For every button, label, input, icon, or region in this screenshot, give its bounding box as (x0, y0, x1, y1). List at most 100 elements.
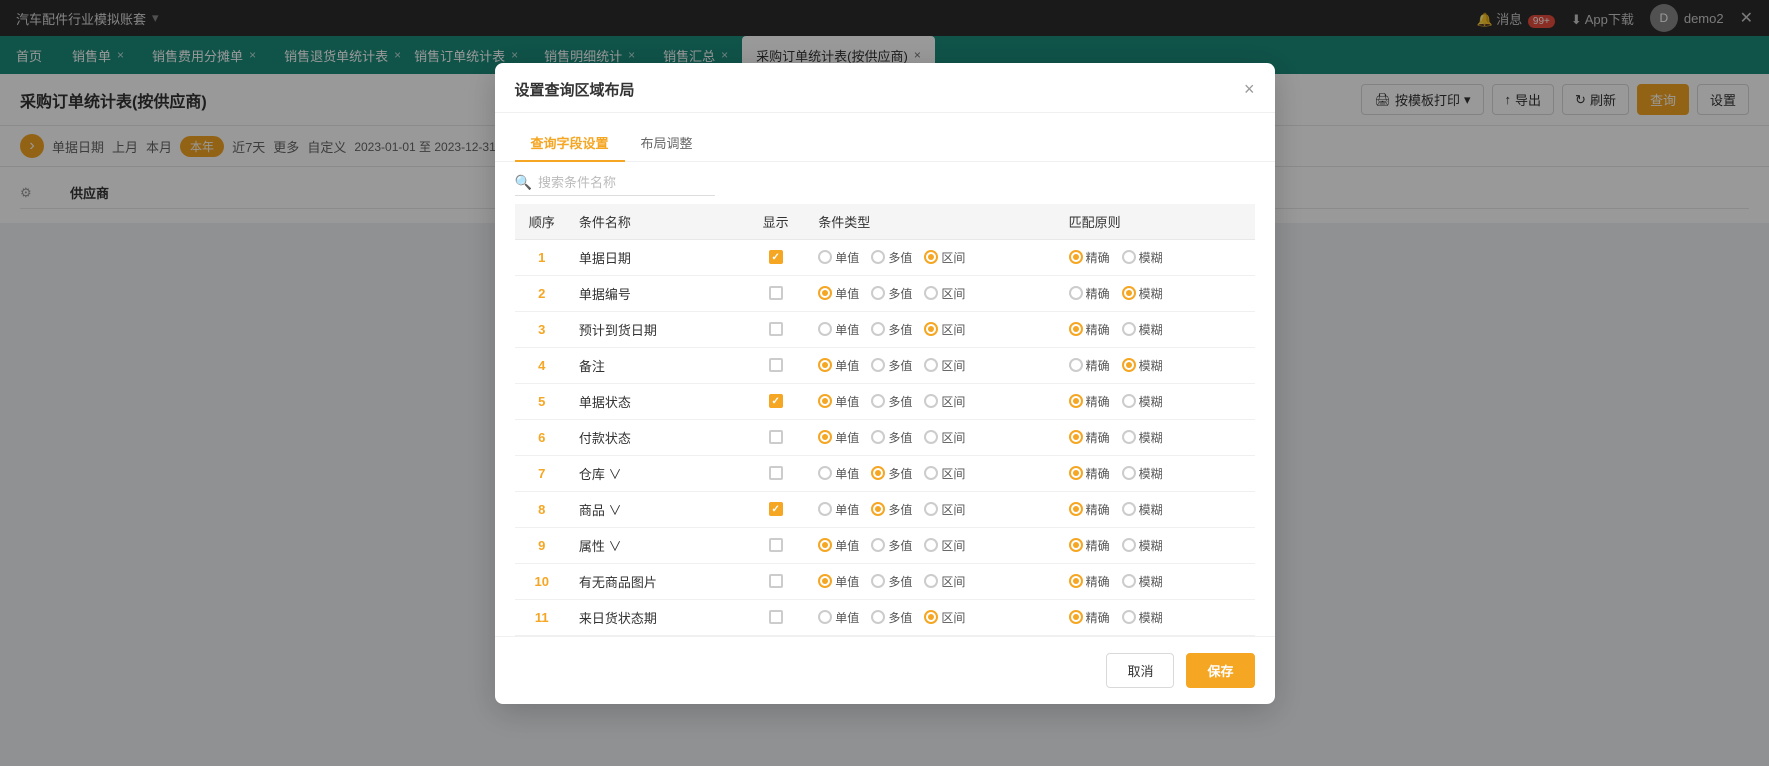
match-radio-0[interactable]: 精确 (1069, 465, 1110, 482)
type-radio-1[interactable]: 多值 (871, 321, 912, 338)
match-radio-0[interactable]: 精确 (1069, 357, 1110, 374)
type-radio-0[interactable]: 单值 (818, 249, 859, 266)
settings-dialog: 设置查询区域布局 × 查询字段设置 布局调整 🔍 顺序 (495, 63, 1275, 704)
type-radio-2[interactable]: 区间 (924, 501, 965, 518)
show-checkbox[interactable] (769, 610, 783, 624)
type-radio-0[interactable]: 单值 (818, 501, 859, 518)
type-radio-1[interactable]: 多值 (871, 537, 912, 554)
type-radio-2[interactable]: 区间 (924, 393, 965, 410)
show-checkbox[interactable] (769, 358, 783, 372)
cell-show[interactable] (743, 347, 808, 383)
match-radio-1[interactable]: 模糊 (1122, 429, 1163, 446)
cell-show[interactable] (743, 275, 808, 311)
table-row: 5单据状态单值多值区间精确模糊 (515, 383, 1255, 419)
search-input[interactable] (538, 175, 698, 190)
type-radio-0[interactable]: 单值 (818, 573, 859, 590)
show-checkbox[interactable] (769, 430, 783, 444)
show-checkbox[interactable] (769, 250, 783, 264)
cell-show[interactable] (743, 455, 808, 491)
type-radio-1[interactable]: 多值 (871, 285, 912, 302)
match-radio-0[interactable]: 精确 (1069, 609, 1110, 626)
match-radio-1[interactable]: 模糊 (1122, 321, 1163, 338)
type-radio-2[interactable]: 区间 (924, 249, 965, 266)
match-radio-1[interactable]: 模糊 (1122, 573, 1163, 590)
radio-label: 精确 (1086, 429, 1110, 446)
radio-label: 模糊 (1139, 249, 1163, 266)
match-radio-1[interactable]: 模糊 (1122, 537, 1163, 554)
match-radio-1[interactable]: 模糊 (1122, 393, 1163, 410)
type-radio-2[interactable]: 区间 (924, 609, 965, 626)
type-radio-1[interactable]: 多值 (871, 501, 912, 518)
match-radio-1[interactable]: 模糊 (1122, 357, 1163, 374)
type-radio-0[interactable]: 单值 (818, 321, 859, 338)
cell-match: 精确模糊 (1059, 455, 1255, 491)
type-radio-1[interactable]: 多值 (871, 249, 912, 266)
type-radio-0[interactable]: 单值 (818, 393, 859, 410)
order-number: 5 (538, 394, 545, 409)
type-radio-0[interactable]: 单值 (818, 285, 859, 302)
cell-show[interactable] (743, 599, 808, 635)
dialog-tab-query[interactable]: 查询字段设置 (515, 125, 625, 162)
type-radio-2[interactable]: 区间 (924, 357, 965, 374)
dialog-close-button[interactable]: × (1244, 79, 1255, 100)
match-radio-0[interactable]: 精确 (1069, 501, 1110, 518)
match-radio-0[interactable]: 精确 (1069, 429, 1110, 446)
match-radio-1[interactable]: 模糊 (1122, 501, 1163, 518)
radio-circle (924, 322, 938, 336)
type-radio-0[interactable]: 单值 (818, 357, 859, 374)
radio-circle (924, 538, 938, 552)
type-radio-1[interactable]: 多值 (871, 357, 912, 374)
type-radio-2[interactable]: 区间 (924, 537, 965, 554)
match-radio-1[interactable]: 模糊 (1122, 285, 1163, 302)
cancel-button[interactable]: 取消 (1106, 653, 1174, 688)
type-radio-2[interactable]: 区间 (924, 465, 965, 482)
cell-show[interactable] (743, 383, 808, 419)
type-radio-0[interactable]: 单值 (818, 609, 859, 626)
cell-show[interactable] (743, 527, 808, 563)
show-checkbox[interactable] (769, 466, 783, 480)
type-radio-2[interactable]: 区间 (924, 321, 965, 338)
type-radio-2[interactable]: 区间 (924, 285, 965, 302)
type-radio-1[interactable]: 多值 (871, 609, 912, 626)
match-radio-1[interactable]: 模糊 (1122, 465, 1163, 482)
type-radio-0[interactable]: 单值 (818, 537, 859, 554)
type-radio-0[interactable]: 单值 (818, 465, 859, 482)
match-radio-0[interactable]: 精确 (1069, 321, 1110, 338)
type-radio-2[interactable]: 区间 (924, 573, 965, 590)
radio-label: 多值 (888, 609, 912, 626)
match-radio-0[interactable]: 精确 (1069, 285, 1110, 302)
save-button[interactable]: 保存 (1186, 653, 1254, 688)
cell-match: 精确模糊 (1059, 599, 1255, 635)
cell-show[interactable] (743, 239, 808, 275)
type-radio-2[interactable]: 区间 (924, 429, 965, 446)
type-radio-1[interactable]: 多值 (871, 573, 912, 590)
show-checkbox[interactable] (769, 394, 783, 408)
order-number: 2 (538, 286, 545, 301)
show-checkbox[interactable] (769, 538, 783, 552)
radio-label: 精确 (1086, 393, 1110, 410)
type-radio-1[interactable]: 多值 (871, 429, 912, 446)
type-radio-1[interactable]: 多值 (871, 393, 912, 410)
radio-circle (1122, 322, 1136, 336)
th-show: 显示 (743, 204, 808, 240)
match-radio-0[interactable]: 精确 (1069, 573, 1110, 590)
show-checkbox[interactable] (769, 502, 783, 516)
type-radio-1[interactable]: 多值 (871, 465, 912, 482)
cell-show[interactable] (743, 491, 808, 527)
match-radio-0[interactable]: 精确 (1069, 249, 1110, 266)
cell-show[interactable] (743, 311, 808, 347)
match-radio-1[interactable]: 模糊 (1122, 249, 1163, 266)
show-checkbox[interactable] (769, 322, 783, 336)
type-radio-0[interactable]: 单值 (818, 429, 859, 446)
cell-show[interactable] (743, 419, 808, 455)
show-checkbox[interactable] (769, 286, 783, 300)
match-radio-1[interactable]: 模糊 (1122, 609, 1163, 626)
cell-show[interactable] (743, 563, 808, 599)
match-radio-0[interactable]: 精确 (1069, 537, 1110, 554)
dialog-tab-layout[interactable]: 布局调整 (625, 125, 709, 162)
match-radio-0[interactable]: 精确 (1069, 393, 1110, 410)
show-checkbox[interactable] (769, 574, 783, 588)
cell-order: 3 (515, 311, 569, 347)
radio-label: 精确 (1086, 285, 1110, 302)
cell-match: 精确模糊 (1059, 347, 1255, 383)
